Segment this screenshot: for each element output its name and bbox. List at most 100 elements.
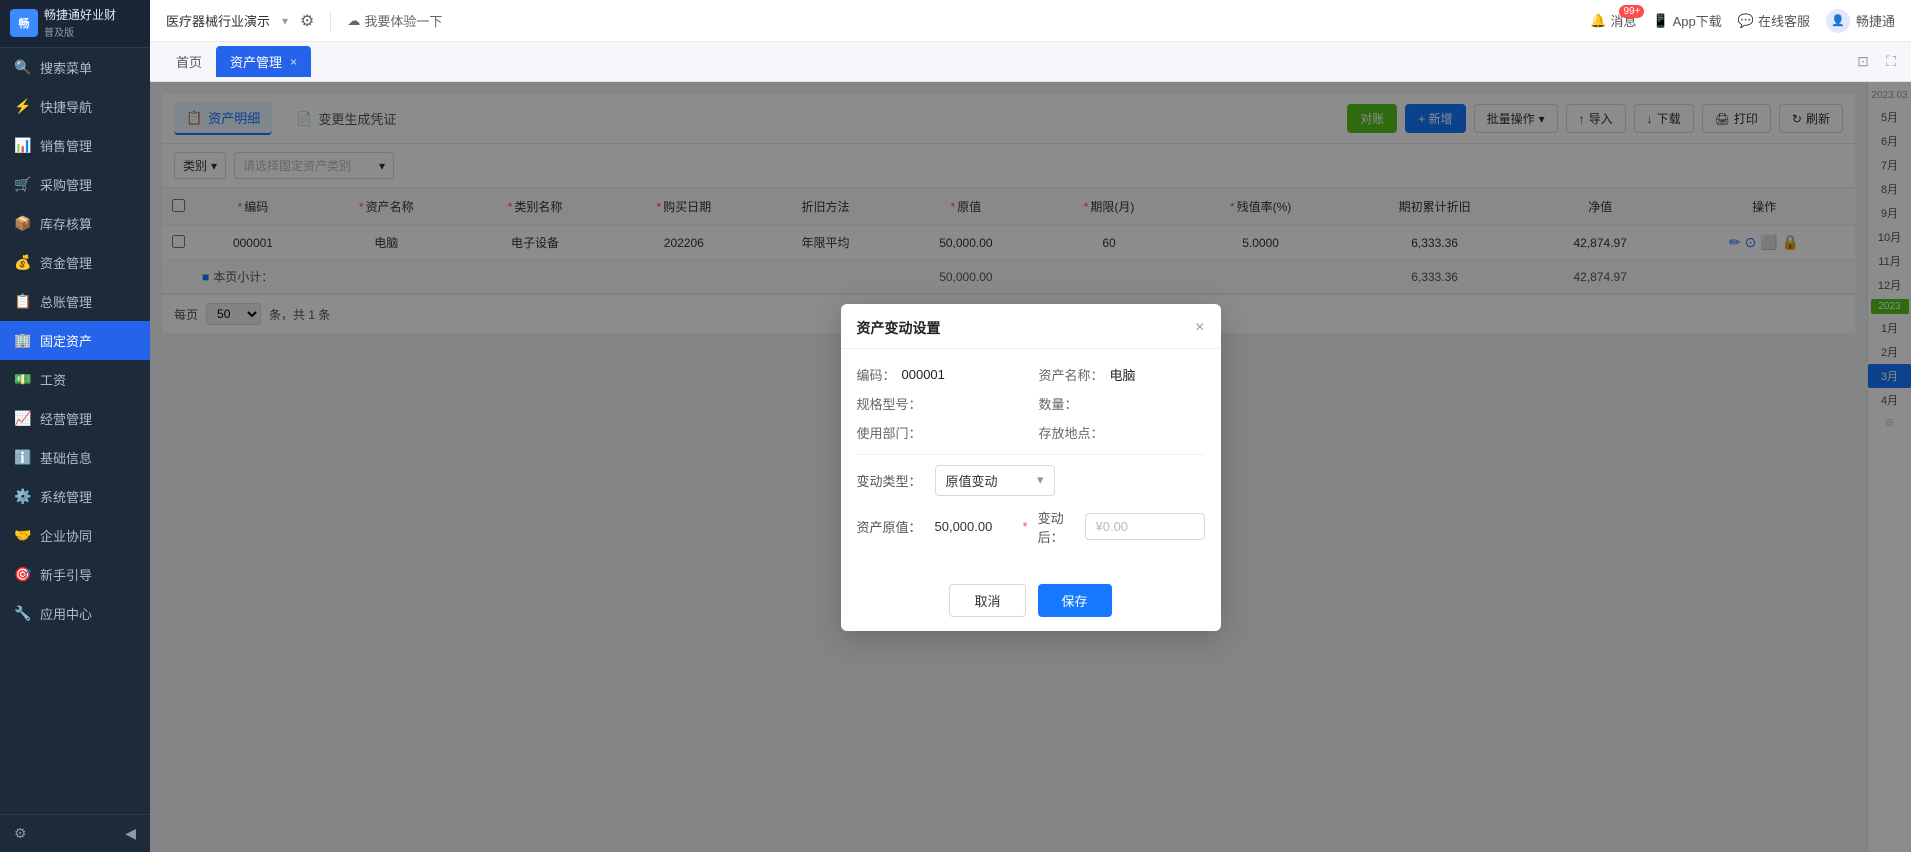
sidebar-item-system[interactable]: ⚙️ 系统管理	[0, 477, 150, 516]
app-download-label: App下载	[1673, 11, 1722, 30]
modal-header: 资产变动设置 ×	[841, 304, 1221, 349]
modal-divider	[857, 454, 1205, 455]
original-value-display: 50,000.00	[935, 519, 1015, 534]
experience-link[interactable]: ☁ 我要体验一下	[347, 11, 442, 30]
window-controls: ⊡ ⛶	[1851, 50, 1911, 74]
tab-home[interactable]: 首页	[162, 46, 216, 77]
sidebar-nav: 🔍 搜索菜单 ⚡ 快捷导航 📊 销售管理 🛒 采购管理 📦 库存核算 💰 资金管…	[0, 48, 150, 814]
change-type-select[interactable]: 原值变动 ▾	[935, 465, 1055, 496]
save-button[interactable]: 保存	[1038, 584, 1112, 617]
sidebar-item-purchase[interactable]: 🛒 采购管理	[0, 165, 150, 204]
sidebar-item-finance[interactable]: 💰 资金管理	[0, 243, 150, 282]
dept-label: 使用部门：	[857, 423, 922, 442]
app-download-button[interactable]: 📱 App下载	[1652, 11, 1721, 30]
window-restore-button[interactable]: ⊡	[1851, 50, 1875, 74]
required-star: *	[1023, 519, 1028, 534]
sidebar-item-cooperation[interactable]: 🤝 企业协同	[0, 516, 150, 555]
username: 畅捷通	[1856, 11, 1895, 30]
sidebar-item-ledger[interactable]: 📋 总账管理	[0, 282, 150, 321]
modal-field-code: 编码： 000001	[857, 365, 1023, 384]
sales-icon: 📊	[14, 136, 32, 154]
change-after-input[interactable]	[1085, 513, 1205, 540]
customer-service-label: 在线客服	[1758, 11, 1810, 30]
cancel-button[interactable]: 取消	[949, 584, 1025, 617]
modal-close-button[interactable]: ×	[1195, 319, 1204, 337]
tab-close-button[interactable]: ×	[290, 55, 297, 69]
sidebar-item-label: 应用中心	[40, 604, 92, 623]
sidebar-item-apps[interactable]: 🔧 应用中心	[0, 594, 150, 633]
company-dropdown-arrow[interactable]: ▾	[282, 14, 288, 28]
modal-overlay: 资产变动设置 × 编码： 000001 资产名称： 电脑	[150, 82, 1911, 852]
asset-name-value: 电脑	[1110, 365, 1136, 384]
app-logo: 畅	[10, 9, 38, 37]
fixed-assets-icon: 🏢	[14, 331, 32, 349]
sidebar-item-label: 工资	[40, 370, 66, 389]
change-type-row: 变动类型： 原值变动 ▾	[857, 465, 1205, 496]
modal-info-grid: 编码： 000001 资产名称： 电脑 规格型号： 数量：	[857, 365, 1205, 442]
inventory-icon: 📦	[14, 214, 32, 232]
experience-cloud-icon: ☁	[347, 13, 360, 29]
spec-label: 规格型号：	[857, 394, 922, 413]
quicknav-icon: ⚡	[14, 97, 32, 115]
asset-name-label: 资产名称：	[1039, 365, 1104, 384]
sidebar-item-search[interactable]: 🔍 搜索菜单	[0, 48, 150, 87]
modal-field-qty: 数量：	[1039, 394, 1205, 413]
topbar: 医疗器械行业演示 ▾ ⚙ ☁ 我要体验一下 🔔 消息 99+ 📱 App下载 💬…	[150, 0, 1911, 42]
sidebar-item-sales[interactable]: 📊 销售管理	[0, 126, 150, 165]
sidebar-item-basic-info[interactable]: ℹ️ 基础信息	[0, 438, 150, 477]
modal-field-dept: 使用部门：	[857, 423, 1023, 442]
topbar-divider	[330, 11, 331, 31]
code-label: 编码：	[857, 365, 896, 384]
sidebar-item-label: 搜索菜单	[40, 58, 92, 77]
notification-button[interactable]: 🔔 消息 99+	[1590, 11, 1636, 30]
sidebar-item-operations[interactable]: 📈 经营管理	[0, 399, 150, 438]
sidebar-footer: ⚙ ◀	[0, 814, 150, 852]
asset-change-modal: 资产变动设置 × 编码： 000001 资产名称： 电脑	[841, 304, 1221, 631]
sidebar-item-label: 经营管理	[40, 409, 92, 428]
sidebar-header: 畅 畅捷通好业财 普及版	[0, 0, 150, 48]
tab-asset-management[interactable]: 资产管理 ×	[216, 46, 311, 77]
change-type-dropdown-icon: ▾	[1037, 472, 1044, 488]
change-type-label: 变动类型：	[857, 471, 927, 490]
system-icon: ⚙️	[14, 487, 32, 505]
modal-body: 编码： 000001 资产名称： 电脑 规格型号： 数量：	[841, 349, 1221, 574]
modal-title: 资产变动设置	[857, 318, 941, 338]
change-type-value: 原值变动	[946, 471, 998, 490]
sidebar: 畅 畅捷通好业财 普及版 🔍 搜索菜单 ⚡ 快捷导航 📊 销售管理 🛒 采购管理…	[0, 0, 150, 852]
sidebar-item-fixed-assets[interactable]: 🏢 固定资产	[0, 321, 150, 360]
sidebar-item-guide[interactable]: 🎯 新手引导	[0, 555, 150, 594]
location-label: 存放地点：	[1039, 423, 1104, 442]
qty-label: 数量：	[1039, 394, 1078, 413]
original-value-row: 资产原值： 50,000.00 * 变动后：	[857, 508, 1205, 546]
ledger-icon: 📋	[14, 292, 32, 310]
user-avatar: 👤	[1826, 9, 1850, 33]
modal-footer: 取消 保存	[841, 574, 1221, 631]
basic-info-icon: ℹ️	[14, 448, 32, 466]
sidebar-item-quicknav[interactable]: ⚡ 快捷导航	[0, 87, 150, 126]
app-subtitle: 普及版	[44, 24, 116, 39]
payroll-icon: 💵	[14, 370, 32, 388]
sidebar-item-label: 新手引导	[40, 565, 92, 584]
modal-field-spec: 规格型号：	[857, 394, 1023, 413]
code-value: 000001	[902, 367, 945, 382]
original-value-label: 资产原值：	[857, 517, 927, 536]
app-title: 畅捷通好业财	[44, 8, 116, 24]
sidebar-item-label: 基础信息	[40, 448, 92, 467]
settings-icon[interactable]: ⚙	[300, 11, 314, 31]
sidebar-item-label: 企业协同	[40, 526, 92, 545]
collapse-icon[interactable]: ◀	[125, 825, 136, 842]
change-after-label: 变动后：	[1038, 508, 1077, 546]
cooperation-icon: 🤝	[14, 526, 32, 544]
sidebar-item-label: 销售管理	[40, 136, 92, 155]
sidebar-item-payroll[interactable]: 💵 工资	[0, 360, 150, 399]
user-menu[interactable]: 👤 畅捷通	[1826, 9, 1895, 33]
finance-icon: 💰	[14, 253, 32, 271]
company-name: 医疗器械行业演示	[166, 11, 270, 30]
notification-badge: 99+	[1619, 5, 1644, 18]
settings-footer-icon[interactable]: ⚙	[14, 825, 27, 842]
sidebar-item-inventory[interactable]: 📦 库存核算	[0, 204, 150, 243]
customer-service-button[interactable]: 💬 在线客服	[1738, 11, 1810, 30]
sidebar-item-label: 采购管理	[40, 175, 92, 194]
window-maximize-button[interactable]: ⛶	[1879, 50, 1903, 74]
sidebar-item-label: 快捷导航	[40, 97, 92, 116]
